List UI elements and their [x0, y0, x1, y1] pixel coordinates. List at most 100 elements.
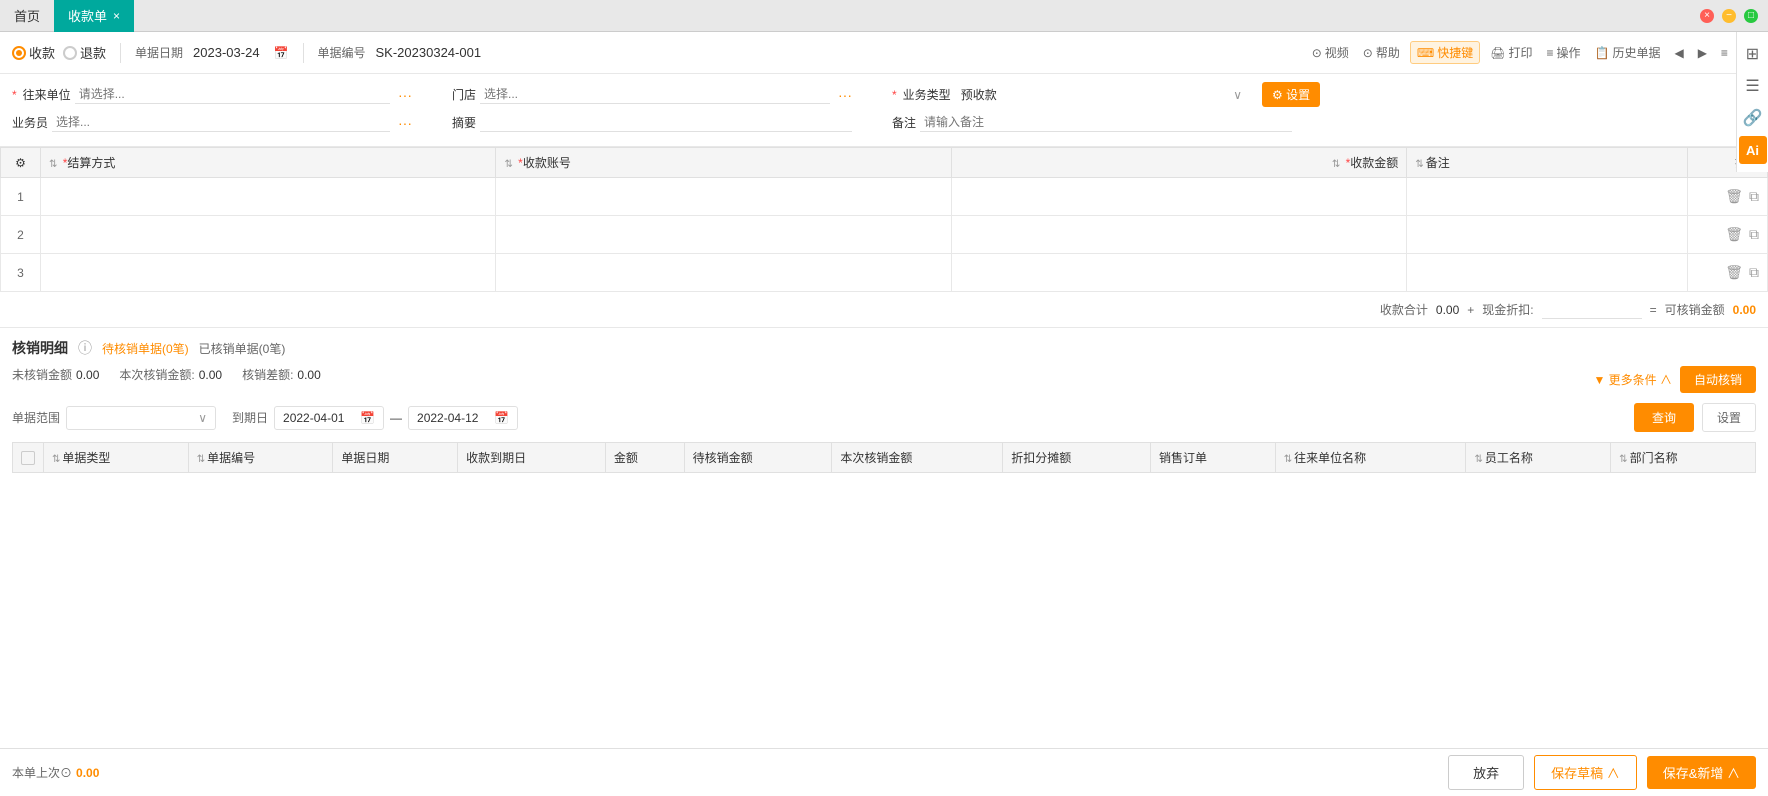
history-btn[interactable]: 📋 历史单据 [1590, 42, 1664, 63]
video-btn[interactable]: ⊙ 视频 [1308, 42, 1353, 63]
row-1-account[interactable] [496, 178, 951, 216]
right-list-icon[interactable]: ☰ [1739, 72, 1767, 100]
abandon-btn[interactable]: 放弃 [1448, 755, 1524, 790]
remark-input[interactable] [920, 113, 1292, 132]
operate-btn[interactable]: ≡ 操作 [1542, 42, 1584, 63]
row-3-copy-icon[interactable]: ⧉ [1749, 264, 1759, 281]
row-3-remark[interactable] [1407, 254, 1688, 292]
window-minimize-btn[interactable]: − [1722, 9, 1736, 23]
store-input[interactable] [480, 85, 830, 104]
date-from-input[interactable]: 2022-04-01 📅 [274, 406, 384, 430]
list-view-btn[interactable]: ≡ [1717, 44, 1732, 62]
row-2-account[interactable] [496, 216, 951, 254]
date-from-icon[interactable]: 📅 [360, 411, 375, 425]
nav-prev-btn[interactable]: ◀ [1670, 44, 1687, 62]
right-ai-icon[interactable]: Ai [1739, 136, 1767, 164]
row-2-num: 2 [1, 216, 41, 254]
help-btn[interactable]: ⊙ 帮助 [1359, 42, 1404, 63]
nav-next-btn[interactable]: ▶ [1694, 44, 1711, 62]
video-icon: ⊙ [1312, 46, 1322, 60]
row-2-delete-icon[interactable]: 🗑 [1725, 226, 1743, 243]
window-close-btn[interactable]: × [1700, 9, 1714, 23]
date-to-value: 2022-04-12 [417, 411, 478, 425]
query-btn[interactable]: 查询 [1634, 403, 1694, 432]
amount-sort-icon[interactable]: ⇅ [1332, 159, 1340, 170]
store-more-btn[interactable]: ··· [838, 87, 852, 103]
staff-sort-icon[interactable]: ⇅ [1474, 454, 1482, 465]
shortcut-btn[interactable]: ⌨ 快捷键 [1410, 41, 1480, 64]
row-1-copy-icon[interactable]: ⧉ [1749, 188, 1759, 205]
draft-btn-label: 保存草稿 ∧ [1551, 763, 1620, 782]
verify-info-icon[interactable]: ⓘ [78, 338, 92, 358]
settlement-sort-icon[interactable]: ⇅ [49, 159, 57, 170]
range-filter: 单据范围 ∨ [12, 406, 216, 430]
carry-forward-label: 本单上次⊙ [12, 764, 72, 781]
row-1-amount[interactable] [951, 178, 1406, 216]
row-3-delete-icon[interactable]: 🗑 [1725, 264, 1743, 281]
receipt-refund-toggle: 收款 退款 [12, 43, 106, 62]
more-conditions-btn[interactable]: ▼ 更多条件 ∧ [1593, 371, 1672, 388]
receipt-radio[interactable]: 收款 [12, 43, 55, 62]
settings-col-header[interactable]: ⚙ [1, 148, 41, 178]
current-col-header: 本次核销金额 [832, 443, 1003, 473]
tab-receipt-close[interactable]: × [113, 9, 120, 23]
remark-label: 备注 [892, 114, 916, 131]
history-icon: 📋 [1594, 46, 1609, 60]
print-btn[interactable]: 🖨 打印 [1486, 42, 1536, 63]
range-select[interactable]: ∨ [66, 406, 216, 430]
right-table-icon[interactable]: ⊞ [1739, 40, 1767, 68]
row-1-remark[interactable] [1407, 178, 1688, 216]
print-label: 打印 [1508, 44, 1532, 61]
plus-sign: + [1467, 303, 1474, 317]
row-2-settlement[interactable] [41, 216, 496, 254]
type-sort-icon[interactable]: ⇅ [52, 454, 60, 465]
save-btn[interactable]: 保存&新增 ∧ [1647, 756, 1756, 789]
discount-input[interactable] [1542, 300, 1642, 319]
diff-value: 0.00 [297, 368, 320, 382]
tab-home[interactable]: 首页 [0, 0, 54, 32]
row-3-amount[interactable] [951, 254, 1406, 292]
row-3-settlement[interactable] [41, 254, 496, 292]
done-link[interactable]: 已核销单据(0笔) [199, 340, 286, 357]
right-attachment-icon[interactable]: 🔗 [1739, 104, 1767, 132]
verify-settings-btn[interactable]: 设置 [1702, 403, 1756, 432]
summary-field: 摘要 [452, 113, 852, 132]
remark-sort-icon[interactable]: ⇅ [1415, 159, 1423, 170]
row-2-amount[interactable] [951, 216, 1406, 254]
refund-radio[interactable]: 退款 [63, 43, 106, 62]
dept-sort-icon[interactable]: ⇅ [1619, 454, 1627, 465]
number-value: SK-20230324-001 [376, 45, 482, 60]
auto-verify-btn[interactable]: 自动核销 [1680, 366, 1756, 393]
staff-input[interactable] [52, 113, 390, 132]
number-sort-icon[interactable]: ⇅ [197, 454, 205, 465]
biz-type-chevron[interactable]: ∨ [1233, 88, 1242, 102]
partner-more-btn[interactable]: ··· [398, 87, 412, 103]
row-2-copy-icon[interactable]: ⧉ [1749, 226, 1759, 243]
checkbox-col-header [13, 443, 44, 473]
partner-col-header: ⇅往来单位名称 [1275, 443, 1466, 473]
account-sort-icon[interactable]: ⇅ [504, 159, 512, 170]
partner-input[interactable] [75, 85, 390, 104]
toolbar-right: ⊙ 视频 ⊙ 帮助 ⌨ 快捷键 🖨 打印 ≡ 操作 📋 历史单据 [1308, 41, 1756, 64]
draft-btn[interactable]: 保存草稿 ∧ [1534, 755, 1637, 790]
shortcut-icon: ⌨ [1417, 46, 1434, 60]
partner-sort-icon[interactable]: ⇅ [1284, 454, 1292, 465]
staff-label: 业务员 [12, 114, 48, 131]
table-settings-icon[interactable]: ⚙ [15, 156, 26, 170]
row-1-delete-icon[interactable]: 🗑 [1725, 188, 1743, 205]
window-maximize-btn[interactable]: □ [1744, 9, 1758, 23]
pending-link[interactable]: 待核销单据(0笔) [102, 340, 189, 357]
row-1-settlement[interactable] [41, 178, 496, 216]
due-date-col-header: 收款到期日 [458, 443, 606, 473]
row-2-remark[interactable] [1407, 216, 1688, 254]
staff-more-btn[interactable]: ··· [398, 115, 412, 131]
row-3-account[interactable] [496, 254, 951, 292]
date-picker-icon[interactable]: 📅 [274, 46, 289, 60]
tab-receipt[interactable]: 收款单 × [54, 0, 134, 32]
select-all-checkbox[interactable] [21, 451, 35, 465]
date-to-icon[interactable]: 📅 [494, 411, 509, 425]
settings-btn[interactable]: ⚙ 设置 [1262, 82, 1320, 107]
summary-input[interactable] [480, 113, 852, 132]
date-to-input[interactable]: 2022-04-12 📅 [408, 406, 518, 430]
settlement-col-header: ⇅ *结算方式 [41, 148, 496, 178]
